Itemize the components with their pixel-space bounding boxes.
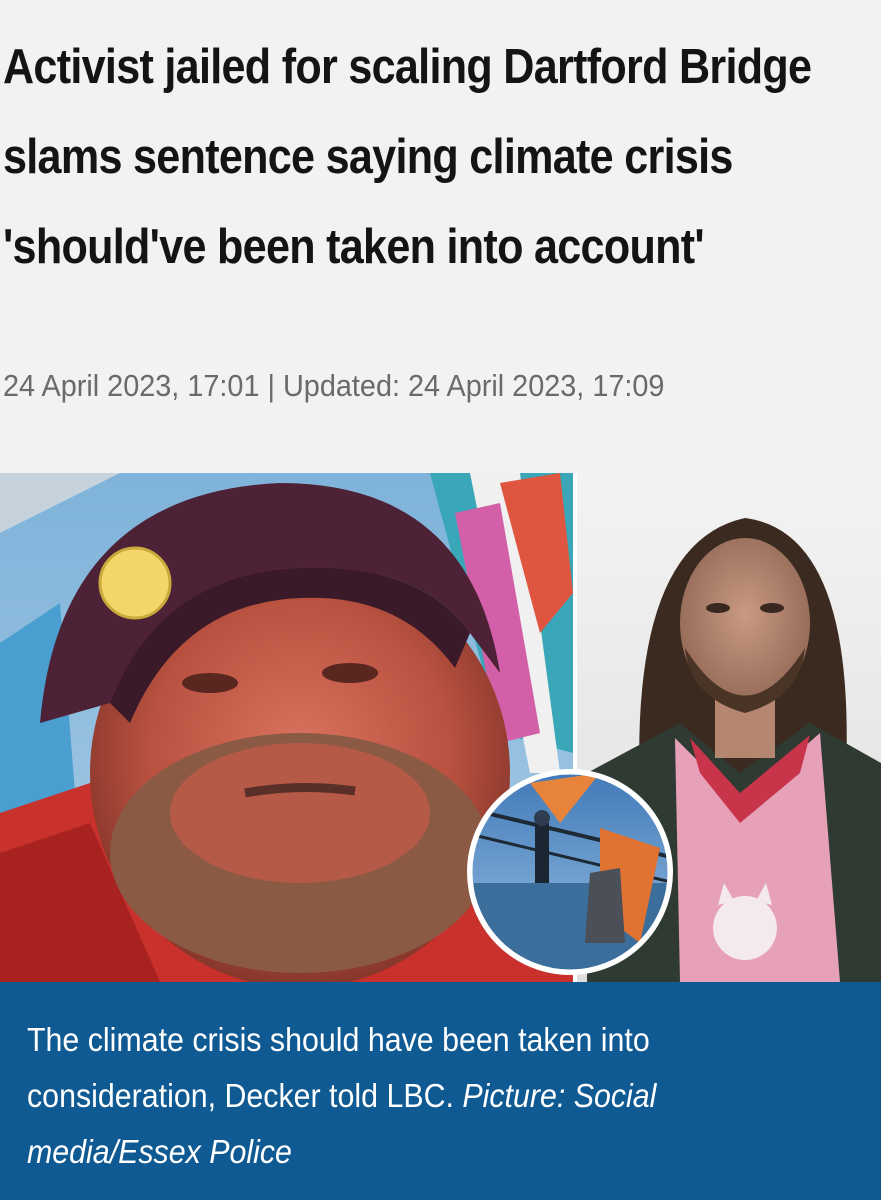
- caption-text: The climate crisis should have been take…: [27, 1012, 827, 1180]
- article-figure: The climate crisis should have been take…: [0, 473, 881, 1200]
- article-photo[interactable]: [0, 473, 881, 982]
- article-headline: Activist jailed for scaling Dartford Bri…: [3, 40, 812, 274]
- article-dateline: 24 April 2023, 17:01 | Updated: 24 April…: [3, 368, 665, 403]
- photo-caption: The climate crisis should have been take…: [0, 982, 881, 1200]
